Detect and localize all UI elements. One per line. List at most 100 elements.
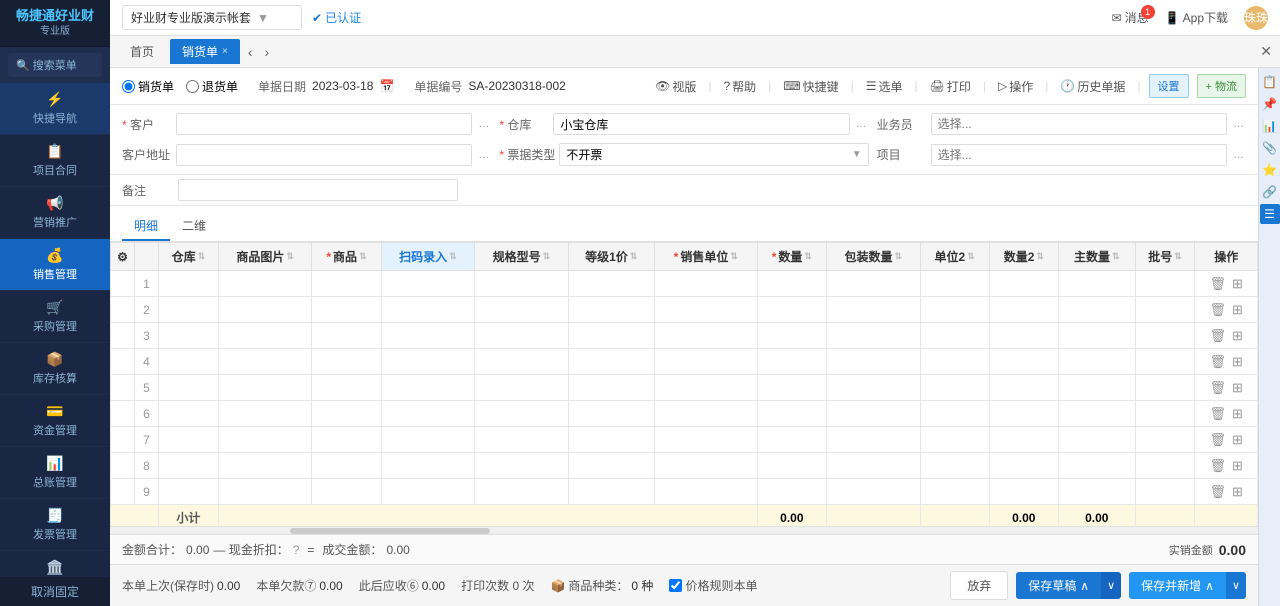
tab-prev-button[interactable]: ‹ xyxy=(244,42,257,62)
address-input[interactable] xyxy=(176,144,472,166)
row-warehouse-7[interactable] xyxy=(159,427,219,453)
row-warehouse-3[interactable] xyxy=(159,323,219,349)
row-copy-icon-2[interactable]: ⊞ xyxy=(1231,301,1244,319)
sub-tab-2d[interactable]: 二维 xyxy=(170,212,218,241)
row-delete-icon-6[interactable]: 🗑 xyxy=(1209,405,1228,423)
radio-return[interactable]: 退货单 xyxy=(186,78,238,95)
customer-input[interactable] xyxy=(176,113,472,135)
row-main-qty-1[interactable] xyxy=(1058,271,1135,297)
no-value[interactable]: SA-20230318-002 xyxy=(468,79,565,93)
th-scan-input[interactable]: 扫码录入 ⇅ xyxy=(381,243,475,271)
ticket-select[interactable]: 不开票 ▼ xyxy=(559,143,868,166)
price-check-label[interactable]: 价格规则本单 xyxy=(669,577,757,594)
row-unit2-6[interactable] xyxy=(920,401,989,427)
save-draft-button[interactable]: 保存草稿 ∧ xyxy=(1016,572,1101,599)
address-dots-button[interactable]: … xyxy=(476,147,491,163)
row-main-qty-5[interactable] xyxy=(1058,375,1135,401)
abandon-button[interactable]: 放弃 xyxy=(950,571,1008,600)
row-pack-qty-4[interactable] xyxy=(826,349,920,375)
row-sales-unit-5[interactable] xyxy=(654,375,757,401)
row-qty2-5[interactable] xyxy=(989,375,1058,401)
salesperson-input[interactable] xyxy=(931,113,1227,135)
right-panel-icon-4[interactable]: 📎 xyxy=(1260,138,1280,158)
row-main-qty-4[interactable] xyxy=(1058,349,1135,375)
row-product-1[interactable] xyxy=(312,271,381,297)
row-copy-icon-1[interactable]: ⊞ xyxy=(1231,275,1244,293)
radio-sales[interactable]: 销货单 xyxy=(122,78,174,95)
date-value[interactable]: 2023-03-18 xyxy=(312,79,373,93)
sidebar-item-marketing[interactable]: 📢 营销推广 xyxy=(0,187,110,239)
app-download-button[interactable]: 📱 App下载 xyxy=(1165,9,1228,26)
warehouse-dots-button[interactable]: … xyxy=(854,116,869,132)
sidebar-item-purchase[interactable]: 🛒 采购管理 xyxy=(0,291,110,343)
row-warehouse-5[interactable] xyxy=(159,375,219,401)
right-panel-icon-7-active[interactable]: ☰ xyxy=(1260,204,1280,224)
row-warehouse-9[interactable] xyxy=(159,479,219,505)
row-sales-unit-2[interactable] xyxy=(654,297,757,323)
row-qty-7[interactable] xyxy=(757,427,826,453)
calendar-icon[interactable]: 📅 xyxy=(379,79,394,93)
row-grade-price-5[interactable] xyxy=(568,375,654,401)
row-spec-6[interactable] xyxy=(475,401,569,427)
row-copy-icon-6[interactable]: ⊞ xyxy=(1231,405,1244,423)
row-qty-4[interactable] xyxy=(757,349,826,375)
row-main-qty-3[interactable] xyxy=(1058,323,1135,349)
row-main-qty-9[interactable] xyxy=(1058,479,1135,505)
messages-button[interactable]: ✉ 消息 1 xyxy=(1112,9,1149,26)
help-btn[interactable]: ? 帮助 xyxy=(719,76,760,97)
row-sales-unit-1[interactable] xyxy=(654,271,757,297)
th-grade-price[interactable]: 等级1价 ⇅ xyxy=(568,243,654,271)
row-grade-price-4[interactable] xyxy=(568,349,654,375)
row-product-3[interactable] xyxy=(312,323,381,349)
company-selector[interactable]: 好业财专业版演示帐套 ▼ xyxy=(122,5,302,30)
row-product-4[interactable] xyxy=(312,349,381,375)
row-warehouse-4[interactable] xyxy=(159,349,219,375)
material-button[interactable]: + 物流 xyxy=(1197,74,1246,98)
row-spec-3[interactable] xyxy=(475,323,569,349)
row-copy-icon-8[interactable]: ⊞ xyxy=(1231,457,1244,475)
row-delete-icon-4[interactable]: 🗑 xyxy=(1209,353,1228,371)
row-batch-3[interactable] xyxy=(1135,323,1195,349)
tab-home[interactable]: 首页 xyxy=(118,39,166,64)
radio-return-input[interactable] xyxy=(186,80,199,93)
row-qty2-6[interactable] xyxy=(989,401,1058,427)
th-qty[interactable]: * 数量 ⇅ xyxy=(757,243,826,271)
th-spec[interactable]: 规格型号 ⇅ xyxy=(475,243,569,271)
row-batch-6[interactable] xyxy=(1135,401,1195,427)
row-delete-icon-9[interactable]: 🗑 xyxy=(1209,483,1228,501)
scrollbar-thumb[interactable] xyxy=(290,528,490,534)
sidebar-item-inventory[interactable]: 📦 库存核算 xyxy=(0,343,110,395)
row-main-qty-7[interactable] xyxy=(1058,427,1135,453)
row-pack-qty-3[interactable] xyxy=(826,323,920,349)
row-copy-icon-3[interactable]: ⊞ xyxy=(1231,327,1244,345)
row-pack-qty-5[interactable] xyxy=(826,375,920,401)
row-spec-4[interactable] xyxy=(475,349,569,375)
right-panel-icon-1[interactable]: 📋 xyxy=(1260,72,1280,92)
row-product-9[interactable] xyxy=(312,479,381,505)
row-scan-6[interactable] xyxy=(381,401,475,427)
row-unit2-8[interactable] xyxy=(920,453,989,479)
th-settings[interactable]: ⚙ xyxy=(111,243,135,271)
history-btn[interactable]: 🕐 历史单据 xyxy=(1056,76,1129,97)
row-grade-price-2[interactable] xyxy=(568,297,654,323)
row-batch-5[interactable] xyxy=(1135,375,1195,401)
row-qty2-1[interactable] xyxy=(989,271,1058,297)
radio-sales-input[interactable] xyxy=(122,80,135,93)
right-panel-icon-6[interactable]: 🔗 xyxy=(1260,182,1280,202)
th-main-qty[interactable]: 主数量 ⇅ xyxy=(1058,243,1135,271)
row-copy-icon-5[interactable]: ⊞ xyxy=(1231,379,1244,397)
row-warehouse-8[interactable] xyxy=(159,453,219,479)
search-menu-button[interactable]: 🔍 搜索菜单 xyxy=(8,53,102,77)
row-batch-7[interactable] xyxy=(1135,427,1195,453)
row-qty2-4[interactable] xyxy=(989,349,1058,375)
horizontal-scrollbar[interactable] xyxy=(110,526,1258,534)
row-unit2-7[interactable] xyxy=(920,427,989,453)
th-warehouse[interactable]: 仓库 ⇅ xyxy=(159,243,219,271)
row-qty-1[interactable] xyxy=(757,271,826,297)
row-spec-7[interactable] xyxy=(475,427,569,453)
row-delete-icon-2[interactable]: 🗑 xyxy=(1209,301,1228,319)
row-pack-qty-9[interactable] xyxy=(826,479,920,505)
row-scan-8[interactable] xyxy=(381,453,475,479)
sidebar-item-invoice[interactable]: 🧾 发票管理 xyxy=(0,499,110,551)
row-scan-9[interactable] xyxy=(381,479,475,505)
